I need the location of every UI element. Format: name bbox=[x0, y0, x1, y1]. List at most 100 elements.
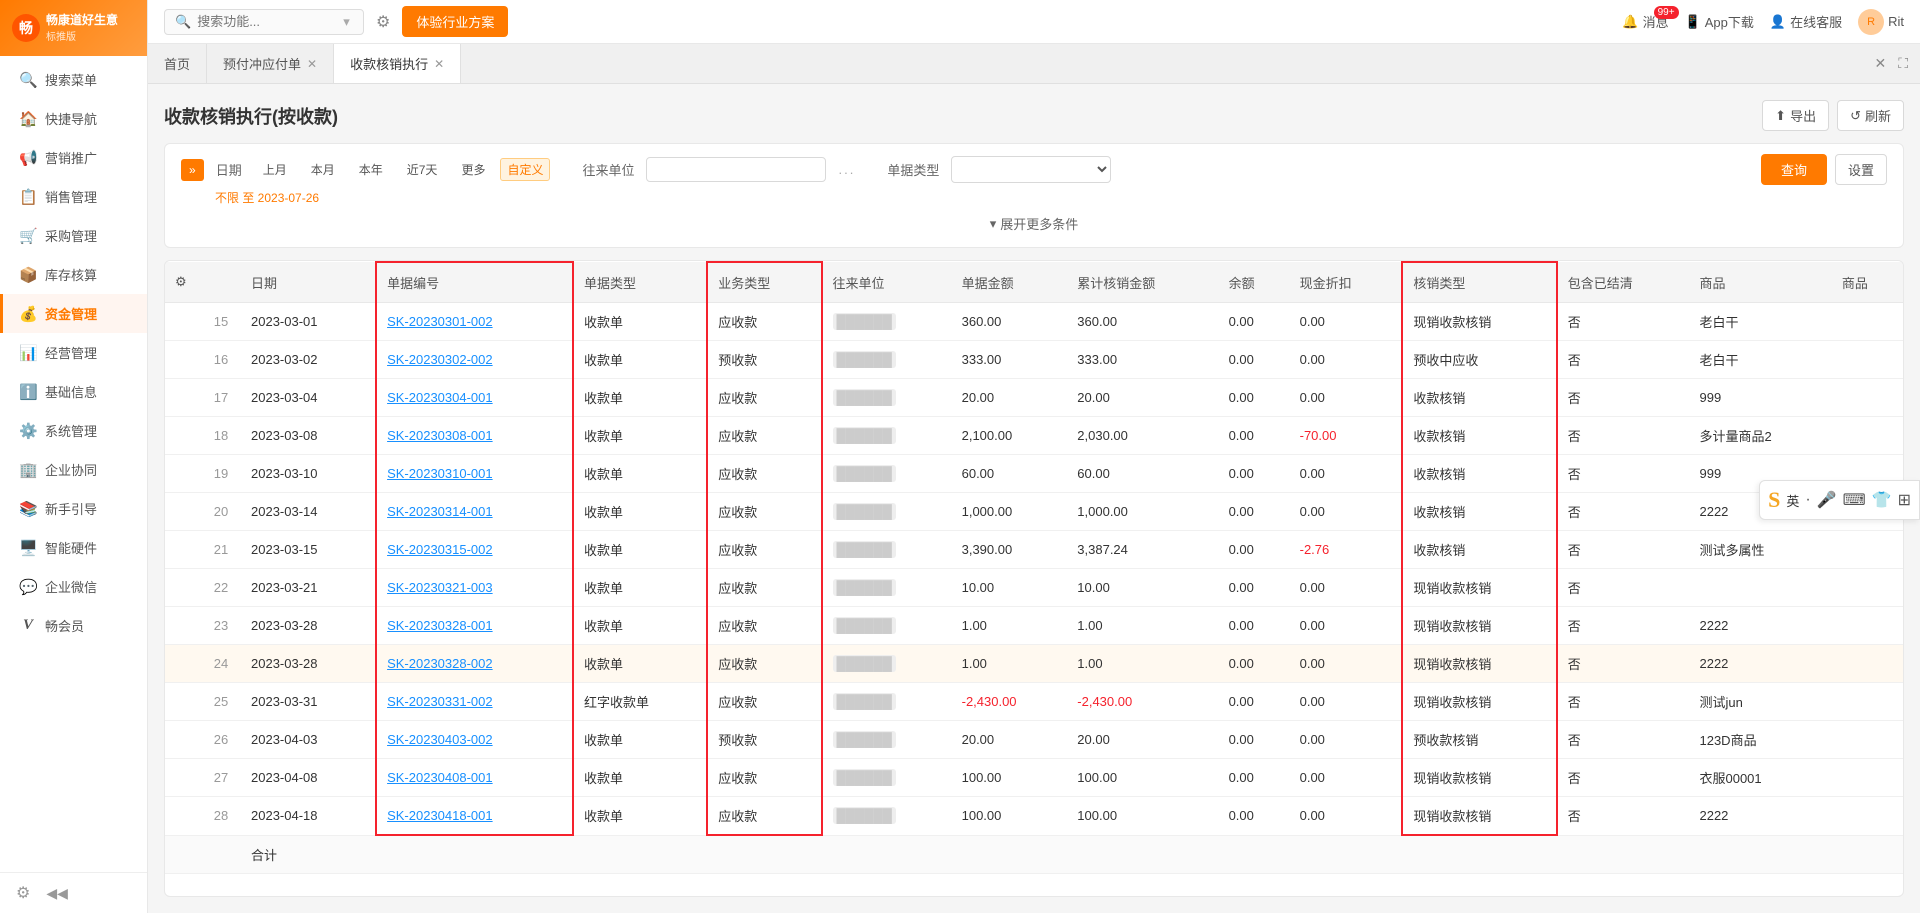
avatar: R bbox=[1858, 9, 1884, 35]
col-header-include-settled: 包含已结清 bbox=[1557, 262, 1690, 303]
expand-more-btn[interactable]: ▾ 展开更多条件 bbox=[181, 210, 1887, 237]
tab-receipt-exec[interactable]: 收款核销执行 ✕ bbox=[334, 44, 461, 83]
footer-gear bbox=[165, 835, 241, 874]
sidebar-item-hardware[interactable]: 🖥️ 智能硬件 bbox=[0, 528, 147, 567]
online-service[interactable]: 👤 在线客服 bbox=[1770, 12, 1842, 31]
table-row[interactable]: 19 2023-03-10 SK-20230310-001 收款单 应收款 ██… bbox=[165, 455, 1903, 493]
row-bill-no[interactable]: SK-20230310-001 bbox=[376, 455, 573, 493]
unit-filter-input[interactable] bbox=[646, 157, 826, 182]
float-english-label: 英 bbox=[1786, 491, 1799, 510]
search-icon: 🔍 bbox=[175, 14, 191, 30]
float-grid-icon[interactable]: ⊞ bbox=[1898, 490, 1911, 510]
row-bill-no[interactable]: SK-20230315-002 bbox=[376, 531, 573, 569]
table-row[interactable]: 22 2023-03-21 SK-20230321-003 收款单 应收款 ██… bbox=[165, 569, 1903, 607]
export-button[interactable]: ⬆ 导出 bbox=[1762, 100, 1829, 131]
sidebar-item-guide[interactable]: 📚 新手引导 bbox=[0, 489, 147, 528]
tab-home[interactable]: 首页 bbox=[148, 44, 207, 83]
row-bill-no[interactable]: SK-20230328-002 bbox=[376, 645, 573, 683]
row-bill-no[interactable]: SK-20230321-003 bbox=[376, 569, 573, 607]
row-bill-no[interactable]: SK-20230304-001 bbox=[376, 379, 573, 417]
row-bill-no[interactable]: SK-20230301-002 bbox=[376, 303, 573, 341]
custom-tag[interactable]: 自定义 bbox=[500, 158, 550, 181]
sidebar-item-wechat[interactable]: 💬 企业微信 bbox=[0, 567, 147, 606]
sidebar-item-sales[interactable]: 📋 销售管理 bbox=[0, 177, 147, 216]
table-row[interactable]: 21 2023-03-15 SK-20230315-002 收款单 应收款 ██… bbox=[165, 531, 1903, 569]
operation-icon: 📊 bbox=[19, 344, 37, 362]
tab-prepay-close[interactable]: ✕ bbox=[307, 57, 317, 71]
row-bill-no[interactable]: SK-20230403-002 bbox=[376, 721, 573, 759]
message-badge[interactable]: 🔔 消息 99+ bbox=[1622, 12, 1668, 31]
query-button[interactable]: 查询 bbox=[1761, 154, 1827, 185]
row-product: 老白干 bbox=[1689, 303, 1831, 341]
sidebar-item-operation[interactable]: 📊 经营管理 bbox=[0, 333, 147, 372]
this-month-btn[interactable]: 本月 bbox=[302, 157, 344, 182]
table-row[interactable]: 24 2023-03-28 SK-20230328-002 收款单 应收款 ██… bbox=[165, 645, 1903, 683]
topbar-search-input[interactable] bbox=[197, 14, 337, 29]
sidebar-item-system[interactable]: ⚙️ 系统管理 bbox=[0, 411, 147, 450]
row-cumulative: 3,387.24 bbox=[1067, 531, 1218, 569]
topbar-gear-icon[interactable]: ⚙ bbox=[376, 12, 390, 32]
tab-prepay[interactable]: 预付冲应付单 ✕ bbox=[207, 44, 334, 83]
tab-home-label: 首页 bbox=[164, 54, 190, 73]
tab-close-all-icon[interactable]: ✕ bbox=[1874, 55, 1886, 72]
row-date: 2023-03-02 bbox=[241, 341, 376, 379]
float-shirt-icon[interactable]: 👕 bbox=[1872, 490, 1892, 510]
row-bill-no[interactable]: SK-20230408-001 bbox=[376, 759, 573, 797]
table-row[interactable]: 20 2023-03-14 SK-20230314-001 收款单 应收款 ██… bbox=[165, 493, 1903, 531]
col-header-gear[interactable]: ⚙ bbox=[165, 262, 201, 303]
row-bill-no[interactable]: SK-20230418-001 bbox=[376, 797, 573, 836]
user-area[interactable]: R Rit bbox=[1858, 9, 1904, 35]
table-row[interactable]: 23 2023-03-28 SK-20230328-001 收款单 应收款 ██… bbox=[165, 607, 1903, 645]
sidebar-item-member[interactable]: V 畅会员 bbox=[0, 606, 147, 645]
dropdown-icon[interactable]: ▾ bbox=[343, 14, 350, 30]
settings-button[interactable]: 设置 bbox=[1835, 154, 1887, 185]
col-header-date: 日期 bbox=[241, 262, 376, 303]
table-row[interactable]: 17 2023-03-04 SK-20230304-001 收款单 应收款 ██… bbox=[165, 379, 1903, 417]
row-amount: 2,100.00 bbox=[952, 417, 1068, 455]
sidebar-item-inventory[interactable]: 📦 库存核算 bbox=[0, 255, 147, 294]
last-month-btn[interactable]: 上月 bbox=[254, 157, 296, 182]
table-row[interactable]: 18 2023-03-08 SK-20230308-001 收款单 应收款 ██… bbox=[165, 417, 1903, 455]
more-btn[interactable]: 更多 bbox=[452, 157, 494, 182]
table-row[interactable]: 26 2023-04-03 SK-20230403-002 收款单 预收款 ██… bbox=[165, 721, 1903, 759]
this-year-btn[interactable]: 本年 bbox=[350, 157, 392, 182]
row-bill-no[interactable]: SK-20230314-001 bbox=[376, 493, 573, 531]
refresh-button[interactable]: ↺ 刷新 bbox=[1837, 100, 1904, 131]
sidebar-item-purchase[interactable]: 🛒 采购管理 bbox=[0, 216, 147, 255]
filter-expand-btn[interactable]: » bbox=[181, 159, 204, 181]
row-bill-type: 收款单 bbox=[573, 531, 707, 569]
tab-expand-icon[interactable]: ⛶ bbox=[1898, 55, 1908, 72]
sidebar-item-marketing[interactable]: 📢 营销推广 bbox=[0, 138, 147, 177]
row-bill-no[interactable]: SK-20230331-002 bbox=[376, 683, 573, 721]
sidebar-item-search[interactable]: 🔍 搜索菜单 bbox=[0, 60, 147, 99]
sidebar-settings-icon[interactable]: ⚙ bbox=[16, 883, 30, 903]
float-mic-icon[interactable]: 🎤 bbox=[1817, 490, 1837, 510]
sidebar-item-enterprise[interactable]: 🏢 企业协同 bbox=[0, 450, 147, 489]
row-bill-no[interactable]: SK-20230302-002 bbox=[376, 341, 573, 379]
solution-button[interactable]: 体验行业方案 bbox=[402, 6, 508, 37]
sidebar-collapse-icon[interactable]: ◀◀ bbox=[46, 885, 68, 902]
unit-dots[interactable]: ... bbox=[838, 162, 855, 177]
table-row[interactable]: 15 2023-03-01 SK-20230301-002 收款单 应收款 ██… bbox=[165, 303, 1903, 341]
row-biz-type: 应收款 bbox=[707, 797, 821, 836]
row-amount: 333.00 bbox=[952, 341, 1068, 379]
row-bill-type: 收款单 bbox=[573, 645, 707, 683]
row-product2 bbox=[1832, 341, 1903, 379]
table-row[interactable]: 25 2023-03-31 SK-20230331-002 红字收款单 应收款 … bbox=[165, 683, 1903, 721]
sidebar-item-finance[interactable]: 💰 资金管理 bbox=[0, 294, 147, 333]
sidebar-item-basic-info[interactable]: ℹ️ 基础信息 bbox=[0, 372, 147, 411]
float-dot-icon[interactable]: · bbox=[1805, 491, 1810, 509]
gear-icon[interactable]: ⚙ bbox=[175, 274, 187, 289]
bill-type-select[interactable] bbox=[951, 156, 1111, 183]
row-gear bbox=[165, 417, 201, 455]
sidebar-item-quick-nav[interactable]: 🏠 快捷导航 bbox=[0, 99, 147, 138]
row-bill-no[interactable]: SK-20230308-001 bbox=[376, 417, 573, 455]
table-row[interactable]: 28 2023-04-18 SK-20230418-001 收款单 应收款 ██… bbox=[165, 797, 1903, 836]
table-row[interactable]: 16 2023-03-02 SK-20230302-002 收款单 预收款 ██… bbox=[165, 341, 1903, 379]
float-keyboard-icon[interactable]: ⌨ bbox=[1843, 490, 1866, 510]
table-row[interactable]: 27 2023-04-08 SK-20230408-001 收款单 应收款 ██… bbox=[165, 759, 1903, 797]
row-bill-no[interactable]: SK-20230328-001 bbox=[376, 607, 573, 645]
app-download[interactable]: 📱 App下载 bbox=[1685, 12, 1754, 31]
last-7days-btn[interactable]: 近7天 bbox=[398, 157, 447, 182]
tab-receipt-exec-close[interactable]: ✕ bbox=[434, 57, 444, 71]
